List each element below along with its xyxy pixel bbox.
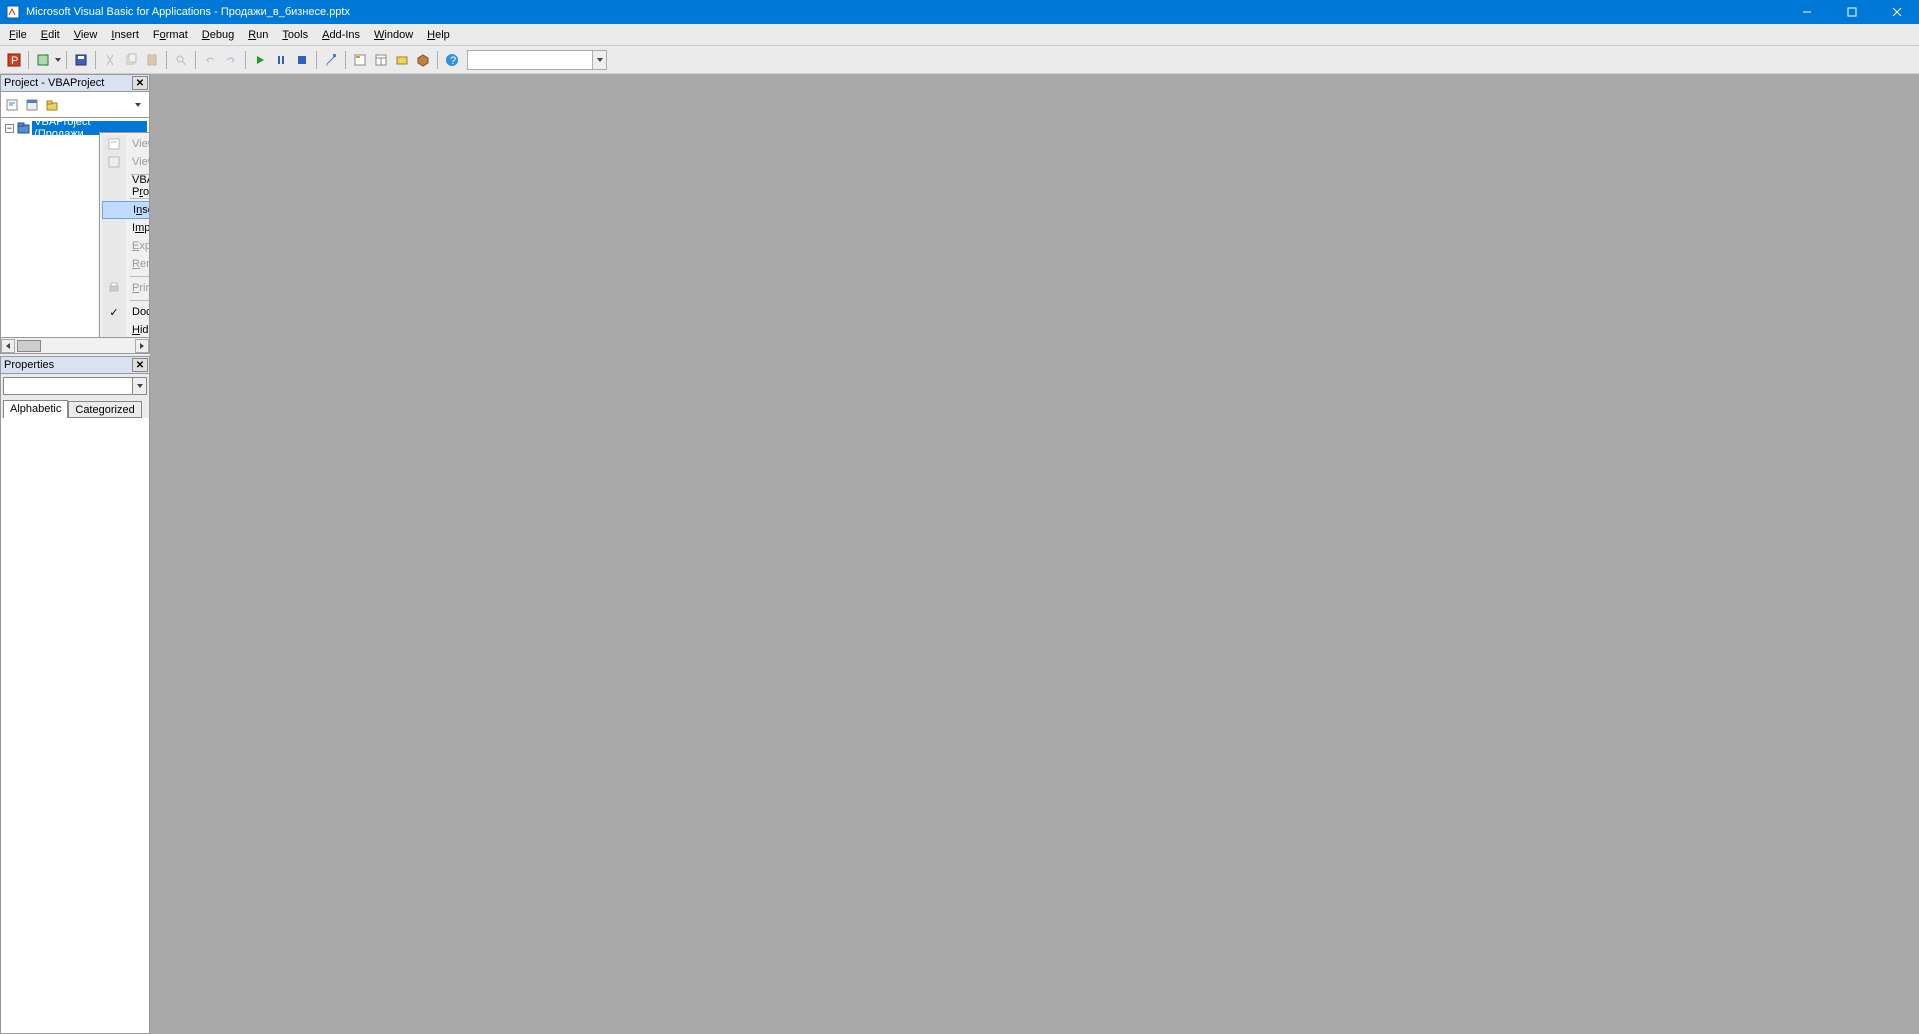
menu-bar: File Edit View Insert Format Debug Run T… xyxy=(0,24,1919,46)
menu-debug[interactable]: Debug xyxy=(195,26,241,44)
properties-panel-close-button[interactable]: ✕ xyxy=(132,358,148,372)
toggle-folders-icon[interactable] xyxy=(43,96,61,114)
toolbar-separator xyxy=(437,51,438,69)
object-browser-icon[interactable] xyxy=(392,50,412,70)
cut-icon[interactable] xyxy=(100,50,120,70)
ctx-remove[interactable]: Remove xyxy=(102,255,150,273)
view-object-icon[interactable] xyxy=(23,96,41,114)
project-panel-title-text: Project - VBAProject xyxy=(4,77,104,89)
ctx-properties[interactable]: VBAProject Properties... xyxy=(102,177,150,195)
check-icon: ✓ xyxy=(109,306,118,319)
redo-icon[interactable] xyxy=(221,50,241,70)
window-title: Microsoft Visual Basic for Applications … xyxy=(26,6,1784,18)
toolbar-separator xyxy=(345,51,346,69)
procedure-combo[interactable] xyxy=(467,50,607,70)
collapse-icon[interactable]: − xyxy=(5,124,14,133)
chevron-down-icon[interactable] xyxy=(132,378,146,394)
menu-edit[interactable]: Edit xyxy=(34,26,67,44)
project-panel-close-button[interactable]: ✕ xyxy=(132,76,148,90)
menu-format[interactable]: Format xyxy=(146,26,195,44)
menu-window[interactable]: Window xyxy=(367,26,420,44)
tab-categorized[interactable]: Categorized xyxy=(68,401,141,418)
properties-grid[interactable] xyxy=(0,418,150,1034)
toolbar-options-icon[interactable] xyxy=(129,96,147,114)
toolbar-separator xyxy=(195,51,196,69)
project-toolbar xyxy=(0,92,150,118)
design-mode-icon[interactable] xyxy=(321,50,341,70)
properties-panel-title: Properties ✕ xyxy=(0,356,150,374)
close-button[interactable] xyxy=(1874,0,1919,24)
menu-help[interactable]: Help xyxy=(420,26,457,44)
ctx-insert[interactable]: Insert xyxy=(102,201,150,219)
scroll-right-button[interactable] xyxy=(135,339,149,353)
toolbar-separator xyxy=(66,51,67,69)
ctx-dockable[interactable]: ✓ Dockable xyxy=(102,303,150,321)
project-horizontal-scrollbar[interactable] xyxy=(0,338,150,354)
project-icon xyxy=(17,121,30,135)
ctx-view-object[interactable]: View Object xyxy=(102,153,150,171)
project-panel-title: Project - VBAProject ✕ xyxy=(0,74,150,92)
title-bar: Microsoft Visual Basic for Applications … xyxy=(0,0,1919,24)
menu-insert[interactable]: Insert xyxy=(104,26,146,44)
ctx-hide[interactable]: Hide xyxy=(102,321,150,338)
view-code-icon[interactable] xyxy=(3,96,21,114)
mdi-workspace xyxy=(150,74,1919,1034)
maximize-button[interactable] xyxy=(1829,0,1874,24)
toolbar-separator xyxy=(245,51,246,69)
copy-icon[interactable] xyxy=(121,50,141,70)
paste-icon[interactable] xyxy=(142,50,162,70)
insert-dropdown-icon[interactable] xyxy=(54,58,62,62)
svg-text:?: ? xyxy=(450,55,456,67)
toolbox-icon[interactable] xyxy=(413,50,433,70)
save-icon[interactable] xyxy=(71,50,91,70)
toolbar-separator xyxy=(166,51,167,69)
menu-addins[interactable]: Add-Ins xyxy=(315,26,367,44)
menu-view[interactable]: View xyxy=(67,26,105,44)
view-ppt-icon[interactable]: P xyxy=(4,50,24,70)
break-icon[interactable] xyxy=(271,50,291,70)
ctx-export-file[interactable]: Export File... xyxy=(102,237,150,255)
help-icon[interactable]: ? xyxy=(442,50,462,70)
properties-window-icon[interactable] xyxy=(371,50,391,70)
chevron-down-icon[interactable] xyxy=(592,51,606,69)
toolbar-separator xyxy=(28,51,29,69)
scroll-thumb[interactable] xyxy=(17,340,41,352)
form-icon xyxy=(107,155,121,169)
properties-title-text: Properties xyxy=(4,359,54,371)
code-icon xyxy=(107,137,121,151)
ctx-import-file[interactable]: Import File... xyxy=(102,219,150,237)
find-icon[interactable] xyxy=(171,50,191,70)
scroll-left-button[interactable] xyxy=(1,339,15,353)
project-explorer-panel: Project - VBAProject ✕ − VBAProject (Про… xyxy=(0,74,150,354)
menu-file[interactable]: File xyxy=(2,26,34,44)
menu-run[interactable]: Run xyxy=(241,26,275,44)
tab-alphabetic[interactable]: Alphabetic xyxy=(3,400,68,418)
project-explorer-icon[interactable] xyxy=(350,50,370,70)
reset-icon[interactable] xyxy=(292,50,312,70)
object-selector-combo[interactable] xyxy=(3,377,147,395)
properties-panel: Properties ✕ Alphabetic Categorized xyxy=(0,356,150,1034)
undo-icon[interactable] xyxy=(200,50,220,70)
project-context-menu: View Code View Object VBAProject Propert… xyxy=(99,132,150,338)
run-icon[interactable] xyxy=(250,50,270,70)
properties-tabs: Alphabetic Categorized xyxy=(0,398,150,418)
ctx-view-code[interactable]: View Code xyxy=(102,135,150,153)
minimize-button[interactable] xyxy=(1784,0,1829,24)
toolbar-separator xyxy=(95,51,96,69)
svg-text:P: P xyxy=(11,55,18,67)
vba-app-icon xyxy=(6,5,20,19)
project-tree[interactable]: − VBAProject (Продажи_ View Code View Ob… xyxy=(0,118,150,338)
insert-icon[interactable] xyxy=(33,50,53,70)
menu-tools[interactable]: Tools xyxy=(275,26,315,44)
standard-toolbar: P ? xyxy=(0,46,1919,74)
print-icon xyxy=(107,281,121,295)
toolbar-separator xyxy=(316,51,317,69)
ctx-print[interactable]: Print... xyxy=(102,279,150,297)
